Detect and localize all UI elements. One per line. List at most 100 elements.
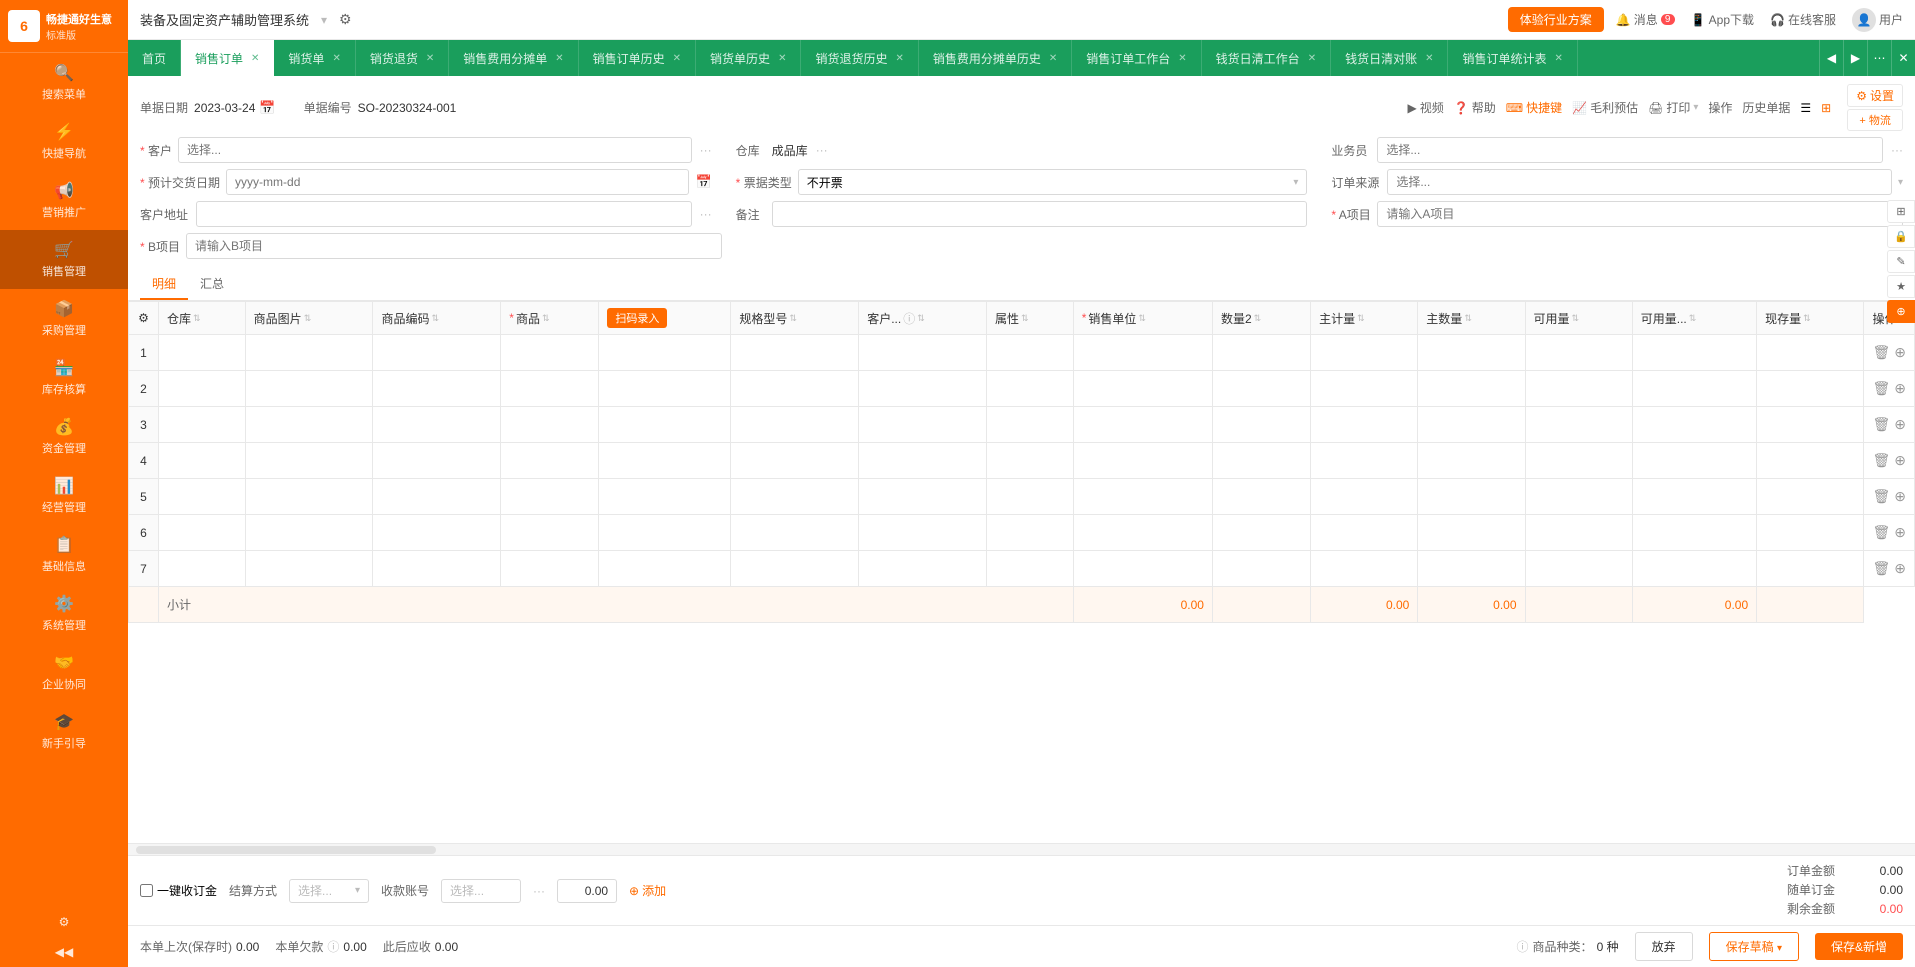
scan-input-button[interactable]: 扫码录入 — [607, 308, 667, 328]
tab-reconciliation[interactable]: 钱货日清对账 ✕ — [1331, 40, 1448, 76]
sidebar-item-search[interactable]: 🔍 搜索菜单 — [0, 53, 128, 112]
row-copy-button[interactable]: ⊕ — [1894, 488, 1906, 505]
sidebar-item-operations[interactable]: 📊 经营管理 — [0, 466, 128, 525]
cell-product-code[interactable] — [373, 335, 501, 371]
cell-available2[interactable] — [1632, 479, 1756, 515]
sort-icon[interactable]: ⇅ — [1572, 313, 1580, 324]
print-btn[interactable]: 🖨 打印 ▾ — [1648, 99, 1698, 116]
cell-attribute[interactable] — [987, 371, 1074, 407]
cell-main-unit[interactable] — [1311, 443, 1418, 479]
delivery-date-input[interactable] — [226, 169, 689, 195]
sort-icon[interactable]: ⇅ — [917, 313, 925, 324]
tab-sales-invoice[interactable]: 销货单 ✕ — [274, 40, 355, 76]
cell-product[interactable] — [501, 443, 599, 479]
cell-available[interactable] — [1525, 479, 1632, 515]
user-avatar[interactable]: 👤 用户 — [1852, 8, 1903, 32]
sidebar-item-finance[interactable]: 💰 资金管理 — [0, 407, 128, 466]
cell-sales-unit[interactable] — [1073, 515, 1212, 551]
close-tab-sales-order[interactable]: ✕ — [251, 53, 259, 64]
cell-product[interactable] — [501, 407, 599, 443]
cell-available2[interactable] — [1632, 407, 1756, 443]
cell-warehouse[interactable] — [159, 443, 246, 479]
cell-available[interactable] — [1525, 407, 1632, 443]
cell-product[interactable] — [501, 515, 599, 551]
close-tab-history2[interactable]: ✕ — [778, 53, 786, 64]
right-sidebar-btn-2[interactable]: 🔒 — [1887, 225, 1915, 248]
cell-customer-code[interactable] — [859, 551, 987, 587]
cell-spec[interactable] — [731, 371, 859, 407]
account-select[interactable]: 选择... — [441, 879, 521, 903]
cell-product-image[interactable] — [245, 443, 373, 479]
sort-icon[interactable]: ⇅ — [304, 313, 312, 324]
sidebar-settings-btn[interactable]: ⚙ — [0, 907, 128, 937]
sort-icon[interactable]: ⇅ — [1689, 313, 1697, 324]
tab-sales-expense[interactable]: 销售费用分摊单 ✕ — [449, 40, 578, 76]
grid-view-btn[interactable]: ⊞ — [1821, 101, 1831, 115]
cell-sales-unit[interactable] — [1073, 551, 1212, 587]
cell-warehouse[interactable] — [159, 335, 246, 371]
cell-main-unit[interactable] — [1311, 515, 1418, 551]
tab-summary[interactable]: 汇总 — [188, 269, 236, 300]
row-copy-button[interactable]: ⊕ — [1894, 344, 1906, 361]
b-project-input[interactable] — [186, 233, 722, 259]
profit-preview-btn[interactable]: 📈 毛利预估 — [1572, 99, 1638, 116]
cell-stock[interactable] — [1757, 551, 1864, 587]
cell-main-qty[interactable] — [1418, 443, 1525, 479]
cell-available[interactable] — [1525, 443, 1632, 479]
sort-icon[interactable]: ⇅ — [1464, 313, 1472, 324]
cell-scan[interactable] — [599, 335, 731, 371]
cell-product-image[interactable] — [245, 479, 373, 515]
sort-icon[interactable]: ⇅ — [1254, 313, 1262, 324]
cell-product-code[interactable] — [373, 407, 501, 443]
cell-product-image[interactable] — [245, 371, 373, 407]
cell-stock[interactable] — [1757, 479, 1864, 515]
sort-icon[interactable]: ⇅ — [432, 313, 440, 324]
tab-sales-return[interactable]: 销货退货 ✕ — [356, 40, 449, 76]
tab-statistics[interactable]: 销售订单统计表 ✕ — [1448, 40, 1577, 76]
cell-product[interactable] — [501, 479, 599, 515]
table-settings-icon[interactable]: ⚙ — [138, 311, 149, 325]
cell-qty2[interactable] — [1212, 551, 1310, 587]
staff-more-icon[interactable]: ··· — [1891, 143, 1903, 157]
view-video-btn[interactable]: ▶ 视频 — [1408, 99, 1444, 116]
row-delete-button[interactable]: 🗑 — [1872, 560, 1890, 577]
cell-warehouse[interactable] — [159, 407, 246, 443]
tab-sales-order-history[interactable]: 销售订单历史 ✕ — [579, 40, 696, 76]
right-sidebar-btn-3[interactable]: ✎ — [1887, 250, 1915, 273]
industry-solution-button[interactable]: 体验行业方案 — [1508, 7, 1604, 32]
cell-available2[interactable] — [1632, 371, 1756, 407]
cell-attribute[interactable] — [987, 479, 1074, 515]
history-btn[interactable]: 历史单据 — [1742, 99, 1790, 116]
sidebar-item-marketing[interactable]: 📢 营销推广 — [0, 171, 128, 230]
tab-cash-workbench[interactable]: 钱货日清工作台 ✕ — [1202, 40, 1331, 76]
cell-spec[interactable] — [731, 551, 859, 587]
cell-spec[interactable] — [731, 515, 859, 551]
cell-qty2[interactable] — [1212, 443, 1310, 479]
cell-available2[interactable] — [1632, 551, 1756, 587]
sort-icon[interactable]: ⇅ — [789, 313, 797, 324]
cell-main-qty[interactable] — [1418, 407, 1525, 443]
cell-warehouse[interactable] — [159, 371, 246, 407]
close-tab-sales-expense[interactable]: ✕ — [555, 53, 563, 64]
cell-warehouse[interactable] — [159, 479, 246, 515]
close-tab-sales-return[interactable]: ✕ — [426, 53, 434, 64]
notification-button[interactable]: 🔔 消息 9 — [1616, 11, 1675, 28]
tab-expense-history[interactable]: 销售费用分摊单历史 ✕ — [919, 40, 1072, 76]
cell-spec[interactable] — [731, 443, 859, 479]
app-download-button[interactable]: 📱 App下载 — [1691, 11, 1754, 28]
cell-customer-code[interactable] — [859, 515, 987, 551]
staff-input[interactable] — [1377, 137, 1883, 163]
cell-product-code[interactable] — [373, 479, 501, 515]
close-tab-history1[interactable]: ✕ — [673, 53, 681, 64]
one-click-deposit-checkbox[interactable]: 一键收订金 — [140, 882, 217, 899]
save-draft-button[interactable]: 保存草稿 ▾ — [1709, 932, 1799, 961]
cell-available2[interactable] — [1632, 335, 1756, 371]
cell-stock[interactable] — [1757, 371, 1864, 407]
settings-icon[interactable]: ⚙ — [339, 11, 352, 28]
customer-input[interactable] — [178, 137, 692, 163]
cell-qty2[interactable] — [1212, 515, 1310, 551]
sidebar-item-purchase[interactable]: 📦 采购管理 — [0, 289, 128, 348]
th-settings[interactable]: ⚙ — [129, 302, 159, 335]
tab-invoice-history[interactable]: 销货单历史 ✕ — [696, 40, 801, 76]
cell-scan[interactable] — [599, 443, 731, 479]
